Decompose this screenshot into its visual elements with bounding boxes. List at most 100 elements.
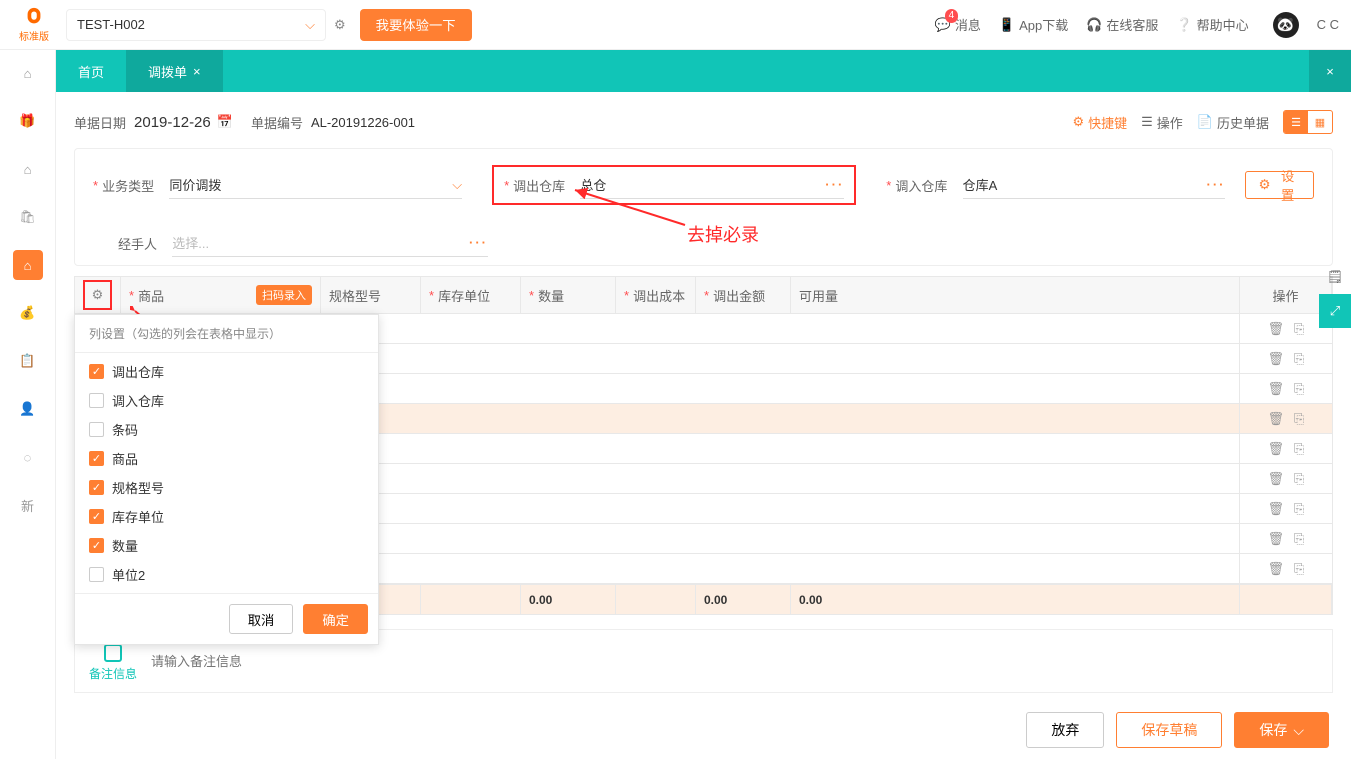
rail-contact-icon[interactable]: 👤: [13, 394, 43, 424]
nav-help[interactable]: ❔ 帮助中心: [1176, 15, 1248, 34]
date-label: 单据日期: [74, 113, 126, 132]
logo[interactable]: 标准版: [12, 6, 56, 43]
view-grid-icon[interactable]: ▦: [1308, 111, 1332, 133]
avatar[interactable]: 🐼: [1273, 12, 1299, 38]
delete-icon[interactable]: 🗑: [1268, 561, 1285, 577]
rail-warehouse-icon[interactable]: ⌂: [13, 250, 43, 280]
settings-button[interactable]: ⚙设置: [1245, 171, 1314, 199]
tab-label: 首页: [78, 62, 104, 81]
column-option[interactable]: 条码: [75, 415, 378, 444]
confirm-button[interactable]: 确定: [303, 604, 368, 634]
delete-icon[interactable]: 🗑: [1268, 531, 1285, 547]
history-link[interactable]: 📄历史单据: [1197, 113, 1269, 132]
copy-icon[interactable]: ⎘: [1294, 471, 1304, 487]
th-label: 可用量: [799, 286, 838, 305]
docno-value: AL-20191226-001: [311, 115, 415, 130]
checkbox-icon[interactable]: ✓: [89, 451, 104, 466]
column-option[interactable]: 单位2: [75, 560, 378, 589]
field-value: 总仓: [580, 175, 606, 194]
rail-money-icon[interactable]: 💰: [13, 298, 43, 328]
expand-icon[interactable]: ⤢: [1319, 294, 1351, 328]
delete-icon[interactable]: 🗑: [1268, 321, 1285, 337]
column-option[interactable]: 调入仓库: [75, 386, 378, 415]
th-label: 调出成本: [633, 286, 685, 305]
column-option[interactable]: ✓调出仓库: [75, 357, 378, 386]
username[interactable]: C C: [1317, 17, 1339, 32]
delete-icon[interactable]: 🗑: [1268, 471, 1285, 487]
list-icon: ☰: [1141, 114, 1153, 130]
gear-icon[interactable]: ⚙: [83, 280, 112, 310]
delete-icon[interactable]: 🗑: [1268, 381, 1285, 397]
checkbox-icon[interactable]: ✓: [89, 364, 104, 379]
tab-home[interactable]: 首页: [56, 50, 126, 92]
copy-icon[interactable]: ⎘: [1294, 351, 1304, 367]
date-value[interactable]: 2019-12-26: [134, 114, 211, 131]
nav-app[interactable]: 📱 App下载: [999, 15, 1068, 34]
rail-new-icon[interactable]: 新: [13, 490, 43, 520]
calendar-icon[interactable]: 📅: [217, 114, 233, 130]
column-option[interactable]: ✓ 数量: [75, 531, 378, 560]
copy-icon[interactable]: ⎘: [1294, 501, 1304, 517]
copy-icon[interactable]: ⎘: [1294, 321, 1304, 337]
nav-messages[interactable]: 💬 消息 4: [935, 15, 981, 34]
checkbox-icon[interactable]: [89, 422, 104, 437]
copy-icon[interactable]: ⎘: [1294, 531, 1304, 547]
delete-icon[interactable]: 🗑: [1268, 411, 1285, 427]
checkbox-icon[interactable]: ✓: [89, 538, 104, 553]
gear-icon[interactable]: ⚙: [334, 17, 346, 33]
rail-bag-icon[interactable]: 🛍: [13, 202, 43, 232]
rail-refresh-icon[interactable]: ◌: [13, 442, 43, 472]
delete-icon[interactable]: 🗑: [1268, 501, 1285, 517]
th-label: 操作: [1272, 286, 1298, 305]
copy-icon[interactable]: ⎘: [1294, 561, 1304, 577]
copy-icon[interactable]: ⎘: [1294, 411, 1304, 427]
shortcut-link[interactable]: ⚙快捷键: [1072, 113, 1127, 132]
note-icon[interactable]: 🗒: [1319, 260, 1351, 294]
cancel-button[interactable]: 取消: [229, 604, 294, 634]
more-icon[interactable]: ···: [469, 235, 488, 250]
operate-link[interactable]: ☰操作: [1141, 113, 1183, 132]
checkbox-icon[interactable]: ✓: [89, 509, 104, 524]
nav-cs[interactable]: 🎧 在线客服: [1086, 15, 1158, 34]
more-icon[interactable]: ···: [1206, 177, 1225, 192]
column-option[interactable]: ✓商品: [75, 444, 378, 473]
copy-icon[interactable]: ⎘: [1294, 441, 1304, 457]
tab-transfer[interactable]: 调拨单 ×: [126, 50, 223, 92]
save-button[interactable]: 保存⌵: [1234, 712, 1329, 748]
rail-home-icon[interactable]: ⌂: [13, 58, 43, 88]
column-settings-toggle[interactable]: ⚙: [75, 277, 121, 313]
draft-button[interactable]: 保存草稿: [1116, 712, 1222, 748]
discard-button[interactable]: 放弃: [1026, 712, 1104, 748]
out-warehouse-field[interactable]: * 调出仓库 总仓···: [492, 165, 856, 205]
business-type-field[interactable]: * 业务类型 同价调拨⌵: [93, 171, 462, 199]
tenant-select[interactable]: TEST-H002 ⌵: [66, 9, 326, 41]
remarks-input[interactable]: [151, 654, 1318, 669]
in-warehouse-field[interactable]: * 调入仓库 仓库A···: [886, 171, 1225, 199]
more-icon[interactable]: ···: [825, 177, 844, 192]
delete-icon[interactable]: 🗑: [1268, 441, 1285, 457]
column-option[interactable]: ✓规格型号: [75, 473, 378, 502]
checkbox-icon[interactable]: ✓: [89, 480, 104, 495]
scan-button[interactable]: 扫码录入: [256, 285, 312, 305]
rail-house-icon[interactable]: ⌂: [13, 154, 43, 184]
rail-gift-icon[interactable]: 🎁: [13, 106, 43, 136]
tabs-close-all[interactable]: ×: [1309, 50, 1351, 92]
headset-icon: 🎧: [1086, 17, 1102, 33]
view-toggle[interactable]: ☰ ▦: [1283, 110, 1333, 134]
rail-clipboard-icon[interactable]: 📋: [13, 346, 43, 376]
option-label: 数量: [112, 536, 138, 555]
link-label: 历史单据: [1217, 113, 1269, 132]
remarks-label: 备注信息: [89, 665, 137, 682]
popup-list[interactable]: ✓调出仓库调入仓库条码✓商品✓规格型号✓库存单位✓数量单位2: [75, 353, 378, 593]
cta-button[interactable]: 我要体验一下: [360, 9, 472, 41]
badge: 4: [945, 9, 959, 23]
column-option[interactable]: ✓库存单位: [75, 502, 378, 531]
close-icon[interactable]: ×: [193, 64, 201, 79]
copy-icon[interactable]: ⎘: [1294, 381, 1304, 397]
tab-bar: 首页 调拨单 × ×: [56, 50, 1351, 92]
checkbox-icon[interactable]: [89, 393, 104, 408]
view-list-icon[interactable]: ☰: [1284, 111, 1308, 133]
handler-field[interactable]: 经手人 选择...···: [118, 229, 488, 257]
checkbox-icon[interactable]: [89, 567, 104, 582]
delete-icon[interactable]: 🗑: [1268, 351, 1285, 367]
